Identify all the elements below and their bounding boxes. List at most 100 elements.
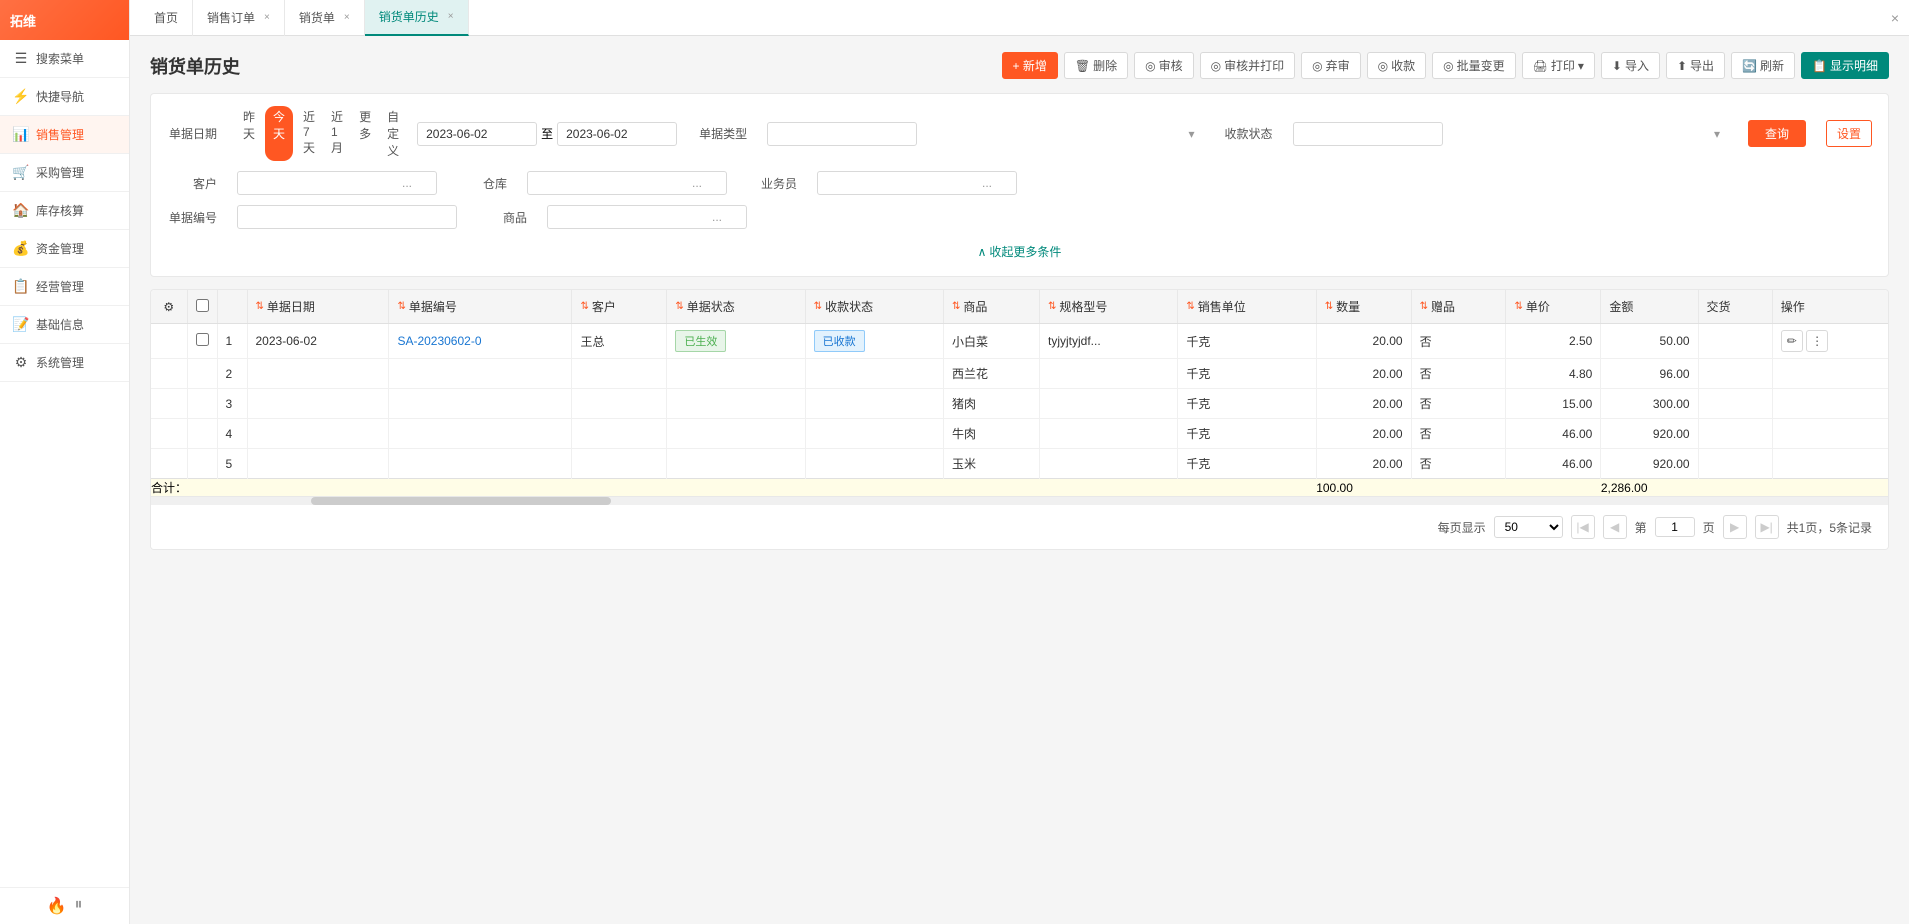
row-goods: 玉米 — [944, 449, 1040, 479]
row-customer — [572, 389, 667, 419]
per-page-select[interactable]: 50 100 200 — [1494, 516, 1563, 538]
tab-sales-goods[interactable]: 销货单 × — [285, 0, 365, 36]
review-print-button[interactable]: ◎ 审核并打印 — [1200, 52, 1296, 79]
date-tab-1month[interactable]: 近1月 — [325, 106, 349, 161]
prev-page-button[interactable]: ◀ — [1603, 515, 1627, 539]
row-amount: 920.00 — [1601, 419, 1698, 449]
summary-amount-total: 2,286.00 — [1601, 479, 1698, 497]
th-customer[interactable]: ⇅客户 — [572, 290, 667, 324]
sidebar-item-operations-mgmt[interactable]: 📋 经营管理 — [0, 268, 129, 306]
th-settings[interactable]: ⚙ — [151, 290, 187, 324]
row-checkbox-cell[interactable] — [187, 419, 217, 449]
tab-sales-order-close[interactable]: × — [264, 12, 270, 23]
row-checkbox-cell[interactable] — [187, 324, 217, 359]
import-label: 导入 — [1625, 57, 1649, 74]
th-qty[interactable]: ⇅数量 — [1316, 290, 1411, 324]
th-checkbox[interactable] — [187, 290, 217, 324]
th-price[interactable]: ⇅单价 — [1506, 290, 1601, 324]
sidebar-item-sales-mgmt[interactable]: 📊 销售管理 — [0, 116, 129, 154]
tab-sales-history[interactable]: 销货单历史 × — [365, 0, 469, 36]
doc-type-select[interactable] — [767, 122, 917, 146]
doc-no-input[interactable] — [237, 205, 457, 229]
select-all-checkbox[interactable] — [196, 299, 209, 312]
row-checkbox-cell[interactable] — [187, 389, 217, 419]
date-end-input[interactable] — [557, 122, 677, 146]
tab-sales-order[interactable]: 销售订单 × — [193, 0, 285, 36]
collapse-button[interactable]: ∧ 收起更多条件 — [978, 239, 1062, 264]
sidebar-item-system-mgmt[interactable]: ⚙ 系统管理 — [0, 344, 129, 382]
sidebar-item-label: 系统管理 — [36, 354, 84, 371]
delete-button[interactable]: 🗑 删除 — [1064, 52, 1128, 79]
row-checkbox[interactable] — [196, 333, 209, 346]
sidebar-bottom-icon2[interactable]: ⏸ — [74, 896, 82, 916]
table-header-row: ⚙ ⇅单据日期 ⇅单据编号 ⇅客户 ⇅单据状态 — [151, 290, 1888, 324]
row-checkbox-cell[interactable] — [187, 359, 217, 389]
more-action-button[interactable]: ⋮ — [1806, 330, 1828, 352]
refresh-button[interactable]: 🔄 刷新 — [1731, 52, 1795, 79]
sidebar-item-fund-mgmt[interactable]: 💰 资金管理 — [0, 230, 129, 268]
page-content: 销货单历史 + 新增 🗑 删除 ◎ 审核 ◎ 审核并打印 ◎ 弃审 — [130, 36, 1909, 924]
main-area: 首页 销售订单 × 销货单 × 销货单历史 × × 销货单历史 + 新增 🗑 删… — [130, 0, 1909, 924]
scrollbar-thumb[interactable] — [311, 497, 611, 505]
summary-empty12 — [1772, 479, 1888, 497]
export-button[interactable]: ⬆ 导出 — [1666, 52, 1725, 79]
th-gift[interactable]: ⇅赠品 — [1411, 290, 1506, 324]
date-start-input[interactable] — [417, 122, 537, 146]
row-qty: 20.00 — [1316, 359, 1411, 389]
next-page-button[interactable]: ▶ — [1723, 515, 1747, 539]
horizontal-scrollbar[interactable] — [151, 496, 1888, 504]
th-doc-date[interactable]: ⇅单据日期 — [247, 290, 389, 324]
goods-label: 商品 — [477, 209, 527, 226]
doc-no-link[interactable]: SA-20230602-0 — [397, 334, 481, 348]
sidebar-item-basic-info[interactable]: 📝 基础信息 — [0, 306, 129, 344]
print-button[interactable]: 🖨 打印 ▾ — [1522, 52, 1595, 79]
sidebar-item-quick-nav[interactable]: ⚡ 快捷导航 — [0, 78, 129, 116]
collect-button[interactable]: ◎ 收款 — [1367, 52, 1427, 79]
page-number-input[interactable] — [1655, 517, 1695, 537]
agent-input[interactable]: ... — [817, 171, 1017, 195]
th-goods[interactable]: ⇅商品 — [944, 290, 1040, 324]
discard-button[interactable]: ◎ 弃审 — [1301, 52, 1361, 79]
review-button[interactable]: ◎ 审核 — [1134, 52, 1194, 79]
show-detail-button[interactable]: 📋 显示明细 — [1801, 52, 1889, 79]
batch-change-button[interactable]: ◎ 批量变更 — [1432, 52, 1516, 79]
sidebar-item-stock-calc[interactable]: 🏠 库存核算 — [0, 192, 129, 230]
collect-status-select[interactable] — [1293, 122, 1443, 146]
date-tab-yesterday[interactable]: 昨天 — [237, 106, 261, 161]
query-button[interactable]: 查询 — [1748, 120, 1806, 147]
th-collect-status[interactable]: ⇅收款状态 — [805, 290, 943, 324]
tab-home[interactable]: 首页 — [140, 0, 193, 36]
new-button[interactable]: + 新增 — [1002, 52, 1058, 79]
first-page-button[interactable]: |◀ — [1571, 515, 1595, 539]
import-button[interactable]: ⬇ 导入 — [1601, 52, 1660, 79]
summary-row: 合计： 100.00 2,286.00 — [151, 479, 1888, 497]
date-tab-more[interactable]: 更多 — [353, 106, 377, 161]
warehouse-input[interactable]: ... — [527, 171, 727, 195]
sidebar-item-purchase-mgmt[interactable]: 🛒 采购管理 — [0, 154, 129, 192]
row-collect-status — [805, 359, 943, 389]
date-tab-custom[interactable]: 自定义 — [381, 106, 405, 161]
customer-input[interactable]: ... — [237, 171, 437, 195]
data-table: ⚙ ⇅单据日期 ⇅单据编号 ⇅客户 ⇅单据状态 — [151, 290, 1888, 496]
date-tab-7days[interactable]: 近7天 — [297, 106, 321, 161]
row-checkbox-cell[interactable] — [187, 449, 217, 479]
th-doc-no[interactable]: ⇅单据编号 — [389, 290, 572, 324]
row-price: 15.00 — [1506, 389, 1601, 419]
th-doc-status[interactable]: ⇅单据状态 — [667, 290, 805, 324]
date-tab-today[interactable]: 今天 — [265, 106, 293, 161]
tab-sales-history-close[interactable]: × — [448, 11, 454, 22]
sidebar-item-search-menu[interactable]: ☰ 搜索菜单 — [0, 40, 129, 78]
goods-input[interactable]: ... — [547, 205, 747, 229]
tab-sales-history-label: 销货单历史 — [379, 8, 439, 25]
last-page-button[interactable]: ▶| — [1755, 515, 1779, 539]
row-no-cell: 2 — [217, 359, 247, 389]
edit-action-button[interactable]: ✏ — [1781, 330, 1803, 352]
window-close-button[interactable]: × — [1891, 10, 1899, 26]
th-spec[interactable]: ⇅规格型号 — [1040, 290, 1178, 324]
review-print-label: 审核并打印 — [1224, 57, 1284, 74]
sidebar-bottom-icon1[interactable]: 🔥 — [47, 896, 67, 916]
th-unit[interactable]: ⇅销售单位 — [1178, 290, 1316, 324]
row-settings-cell — [151, 449, 187, 479]
settings-button[interactable]: 设置 — [1826, 120, 1872, 147]
tab-sales-goods-close[interactable]: × — [344, 12, 350, 23]
